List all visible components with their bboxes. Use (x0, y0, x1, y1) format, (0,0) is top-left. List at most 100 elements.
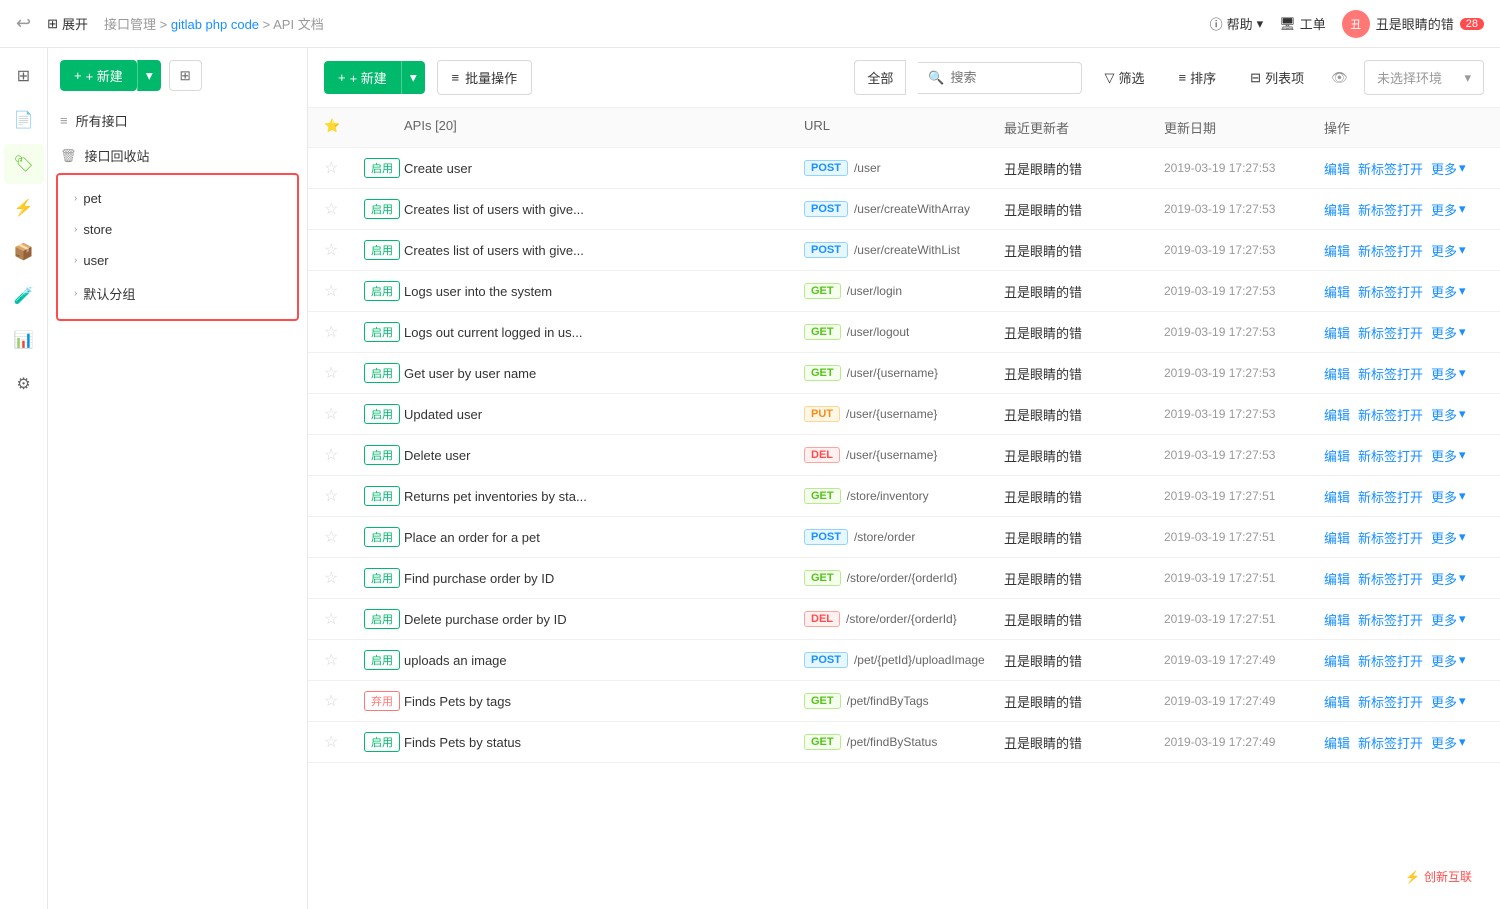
more-button[interactable]: 更多▾ (1431, 405, 1466, 424)
more-button[interactable]: 更多▾ (1431, 528, 1466, 547)
expand-button[interactable]: ⊞ 展开 (47, 14, 88, 33)
api-name[interactable]: Updated user (404, 407, 804, 422)
star-toggle[interactable]: ☆ (324, 240, 364, 260)
main-new-button[interactable]: + + 新建 (324, 61, 401, 94)
edit-button[interactable]: 编辑 (1324, 487, 1350, 506)
more-button[interactable]: 更多▾ (1431, 323, 1466, 342)
filter-button[interactable]: ▽ 筛选 (1094, 60, 1156, 95)
edit-button[interactable]: 编辑 (1324, 692, 1350, 711)
sort-button[interactable]: ≡ 排序 (1168, 60, 1228, 95)
icon-bar-settings[interactable]: ⚙ (4, 364, 44, 404)
edit-button[interactable]: 编辑 (1324, 282, 1350, 301)
main-new-button-dropdown[interactable]: ▾ (401, 61, 425, 94)
layout-toggle-button[interactable]: ⊞ (169, 60, 202, 91)
env-selector[interactable]: 未选择环境 ▾ (1364, 60, 1484, 95)
star-toggle[interactable]: ☆ (324, 486, 364, 506)
new-tab-button[interactable]: 新标签打开 (1358, 610, 1423, 629)
star-toggle[interactable]: ☆ (324, 609, 364, 629)
api-name[interactable]: Finds Pets by status (404, 735, 804, 750)
sidebar-item-pet[interactable]: › pet ··· (58, 183, 297, 214)
new-button[interactable]: + + 新建 (60, 60, 137, 91)
api-name[interactable]: Delete user (404, 448, 804, 463)
api-name[interactable]: Logs out current logged in us... (404, 325, 804, 340)
api-name[interactable]: Creates list of users with give... (404, 243, 804, 258)
sidebar-recycle-bin[interactable]: 🗑 接口回收站 (48, 138, 307, 173)
new-tab-button[interactable]: 新标签打开 (1358, 241, 1423, 260)
api-name[interactable]: Get user by user name (404, 366, 804, 381)
edit-button[interactable]: 编辑 (1324, 651, 1350, 670)
edit-button[interactable]: 编辑 (1324, 446, 1350, 465)
star-toggle[interactable]: ☆ (324, 732, 364, 752)
back-button[interactable]: ↩ (16, 13, 31, 34)
edit-button[interactable]: 编辑 (1324, 528, 1350, 547)
star-toggle[interactable]: ☆ (324, 281, 364, 301)
new-tab-button[interactable]: 新标签打开 (1358, 733, 1423, 752)
more-button[interactable]: 更多▾ (1431, 733, 1466, 752)
api-name[interactable]: Place an order for a pet (404, 530, 804, 545)
new-tab-button[interactable]: 新标签打开 (1358, 405, 1423, 424)
new-tab-button[interactable]: 新标签打开 (1358, 282, 1423, 301)
more-button[interactable]: 更多▾ (1431, 610, 1466, 629)
star-toggle[interactable]: ☆ (324, 568, 364, 588)
visibility-button[interactable]: 👁 (1327, 63, 1352, 93)
more-button[interactable]: 更多▾ (1431, 487, 1466, 506)
more-button[interactable]: 更多▾ (1431, 241, 1466, 260)
api-name[interactable]: Creates list of users with give... (404, 202, 804, 217)
new-tab-button[interactable]: 新标签打开 (1358, 487, 1423, 506)
api-name[interactable]: Returns pet inventories by sta... (404, 489, 804, 504)
icon-bar-mock[interactable]: 📦 (4, 232, 44, 272)
new-tab-button[interactable]: 新标签打开 (1358, 692, 1423, 711)
edit-button[interactable]: 编辑 (1324, 364, 1350, 383)
icon-bar-api[interactable]: 🏷 (4, 144, 44, 184)
edit-button[interactable]: 编辑 (1324, 610, 1350, 629)
list-items-button[interactable]: ⊟ 列表项 (1239, 60, 1315, 95)
star-toggle[interactable]: ☆ (324, 404, 364, 424)
more-button[interactable]: 更多▾ (1431, 569, 1466, 588)
icon-bar-document[interactable]: 📄 (4, 100, 44, 140)
more-button[interactable]: 更多▾ (1431, 446, 1466, 465)
more-button[interactable]: 更多▾ (1431, 692, 1466, 711)
help-button[interactable]: ⓘ 帮助 ▾ (1210, 14, 1264, 33)
api-name[interactable]: uploads an image (404, 653, 804, 668)
edit-button[interactable]: 编辑 (1324, 200, 1350, 219)
api-name[interactable]: Create user (404, 161, 804, 176)
api-name[interactable]: Find purchase order by ID (404, 571, 804, 586)
more-button[interactable]: 更多▾ (1431, 159, 1466, 178)
edit-button[interactable]: 编辑 (1324, 733, 1350, 752)
star-toggle[interactable]: ☆ (324, 650, 364, 670)
star-toggle[interactable]: ☆ (324, 445, 364, 465)
edit-button[interactable]: 编辑 (1324, 405, 1350, 424)
workorder-button[interactable]: 🖥 工单 (1279, 14, 1326, 33)
edit-button[interactable]: 编辑 (1324, 323, 1350, 342)
filter-all-button[interactable]: 全部 (854, 60, 906, 95)
star-toggle[interactable]: ☆ (324, 691, 364, 711)
star-toggle[interactable]: ☆ (324, 363, 364, 383)
api-name[interactable]: Logs user into the system (404, 284, 804, 299)
sidebar-all-interfaces[interactable]: ≡ 所有接口 (48, 103, 307, 138)
more-button[interactable]: 更多▾ (1431, 364, 1466, 383)
more-button[interactable]: 更多▾ (1431, 651, 1466, 670)
star-toggle[interactable]: ☆ (324, 199, 364, 219)
edit-button[interactable]: 编辑 (1324, 241, 1350, 260)
new-tab-button[interactable]: 新标签打开 (1358, 569, 1423, 588)
new-tab-button[interactable]: 新标签打开 (1358, 323, 1423, 342)
edit-button[interactable]: 编辑 (1324, 159, 1350, 178)
new-button-dropdown[interactable]: ▾ (137, 60, 161, 91)
icon-bar-test[interactable]: 🧪 (4, 276, 44, 316)
star-toggle[interactable]: ☆ (324, 158, 364, 178)
new-tab-button[interactable]: 新标签打开 (1358, 528, 1423, 547)
user-menu[interactable]: 丑 丑是眼睛的错 28 (1342, 10, 1484, 38)
sidebar-item-default[interactable]: › 默认分组 ··· (58, 276, 297, 311)
icon-bar-home[interactable]: ⊞ (4, 56, 44, 96)
sidebar-item-store[interactable]: › store ··· (58, 214, 297, 245)
batch-button[interactable]: ≡ 批量操作 (437, 60, 533, 95)
new-tab-button[interactable]: 新标签打开 (1358, 651, 1423, 670)
star-toggle[interactable]: ☆ (324, 527, 364, 547)
icon-bar-chart[interactable]: 📊 (4, 320, 44, 360)
icon-bar-bolt[interactable]: ⚡ (4, 188, 44, 228)
api-name[interactable]: Finds Pets by tags (404, 694, 804, 709)
new-tab-button[interactable]: 新标签打开 (1358, 200, 1423, 219)
search-input[interactable] (951, 70, 1071, 85)
star-toggle[interactable]: ☆ (324, 322, 364, 342)
new-tab-button[interactable]: 新标签打开 (1358, 446, 1423, 465)
